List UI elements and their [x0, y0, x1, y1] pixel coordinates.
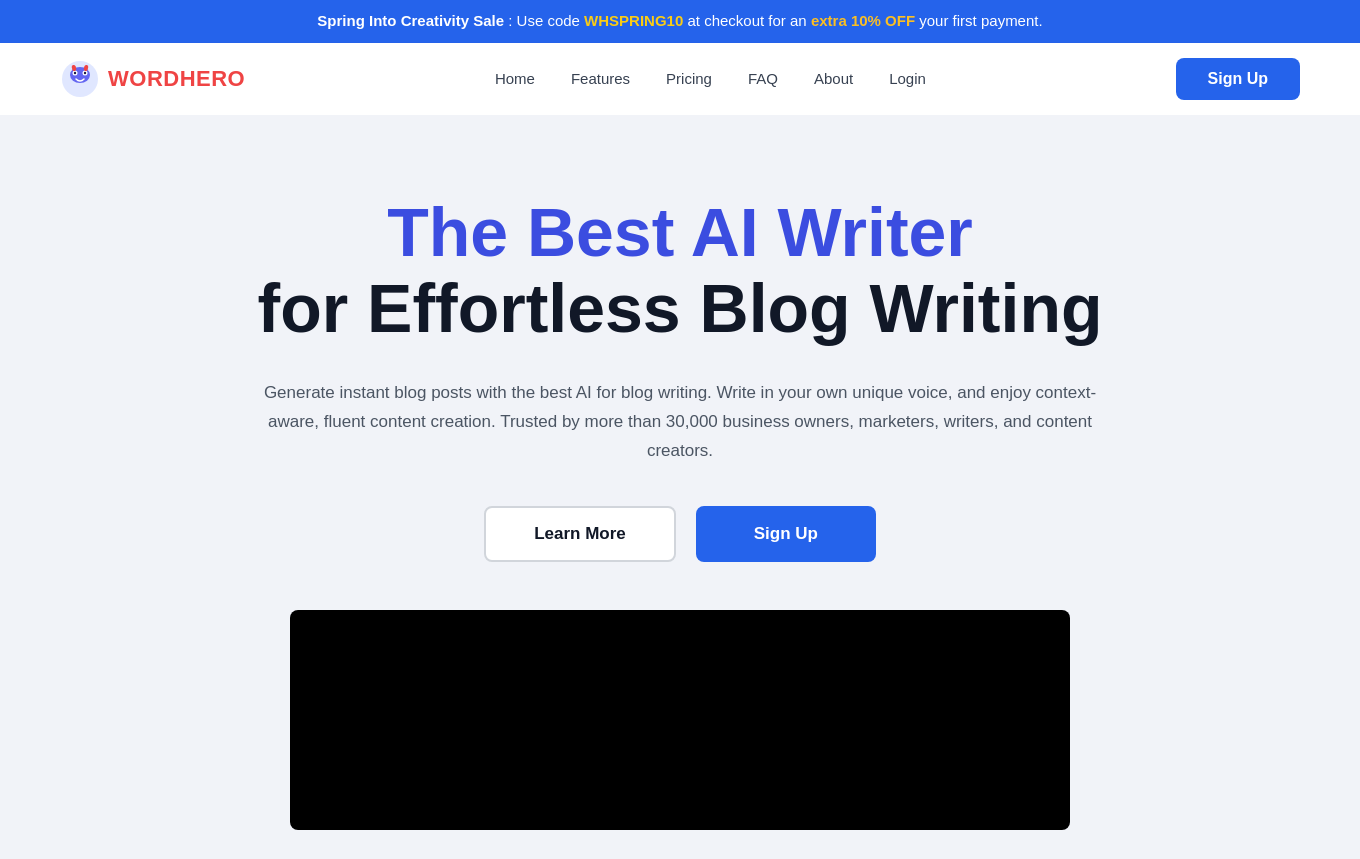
- nav-link-login[interactable]: Login: [889, 70, 926, 87]
- nav-item-pricing[interactable]: Pricing: [666, 70, 712, 88]
- navbar: WORDHERO Home Features Pricing FAQ About…: [0, 43, 1360, 115]
- hero-description: Generate instant blog posts with the bes…: [250, 379, 1110, 466]
- logo-hero: HERO: [180, 66, 246, 91]
- nav-item-login[interactable]: Login: [889, 70, 926, 88]
- nav-item-home[interactable]: Home: [495, 70, 535, 88]
- nav-links: Home Features Pricing FAQ About Login: [495, 70, 926, 88]
- logo-text: WORDHERO: [108, 66, 245, 92]
- nav-link-about[interactable]: About: [814, 70, 853, 87]
- announcement-bar: Spring Into Creativity Sale : Use code W…: [0, 0, 1360, 43]
- announcement-sale-text: Spring Into Creativity Sale: [317, 12, 504, 29]
- svg-point-5: [84, 71, 86, 73]
- hero-signup-button[interactable]: Sign Up: [696, 506, 876, 562]
- announcement-code: WHSPRING10: [584, 12, 683, 29]
- nav-link-pricing[interactable]: Pricing: [666, 70, 712, 87]
- nav-signup-button[interactable]: Sign Up: [1176, 58, 1300, 100]
- logo[interactable]: WORDHERO: [60, 59, 245, 99]
- nav-item-faq[interactable]: FAQ: [748, 70, 778, 88]
- hero-video: [290, 610, 1070, 830]
- hero-title: The Best AI Writer for Effortless Blog W…: [20, 195, 1340, 348]
- announcement-discount: extra 10% OFF: [811, 12, 915, 29]
- announcement-end: your first payment.: [919, 12, 1042, 29]
- announcement-suffix: at checkout for an: [687, 12, 810, 29]
- learn-more-button[interactable]: Learn More: [484, 506, 676, 562]
- nav-link-home[interactable]: Home: [495, 70, 535, 87]
- hero-title-line1: The Best AI Writer: [387, 194, 973, 270]
- hero-buttons: Learn More Sign Up: [20, 506, 1340, 562]
- nav-item-features[interactable]: Features: [571, 70, 630, 88]
- announcement-middle: : Use code: [508, 12, 584, 29]
- nav-link-faq[interactable]: FAQ: [748, 70, 778, 87]
- logo-word: WORD: [108, 66, 180, 91]
- svg-point-4: [74, 71, 76, 73]
- nav-item-about[interactable]: About: [814, 70, 853, 88]
- nav-link-features[interactable]: Features: [571, 70, 630, 87]
- hero-title-line2: for Effortless Blog Writing: [258, 270, 1103, 346]
- logo-icon: [60, 59, 100, 99]
- hero-section: The Best AI Writer for Effortless Blog W…: [0, 115, 1360, 860]
